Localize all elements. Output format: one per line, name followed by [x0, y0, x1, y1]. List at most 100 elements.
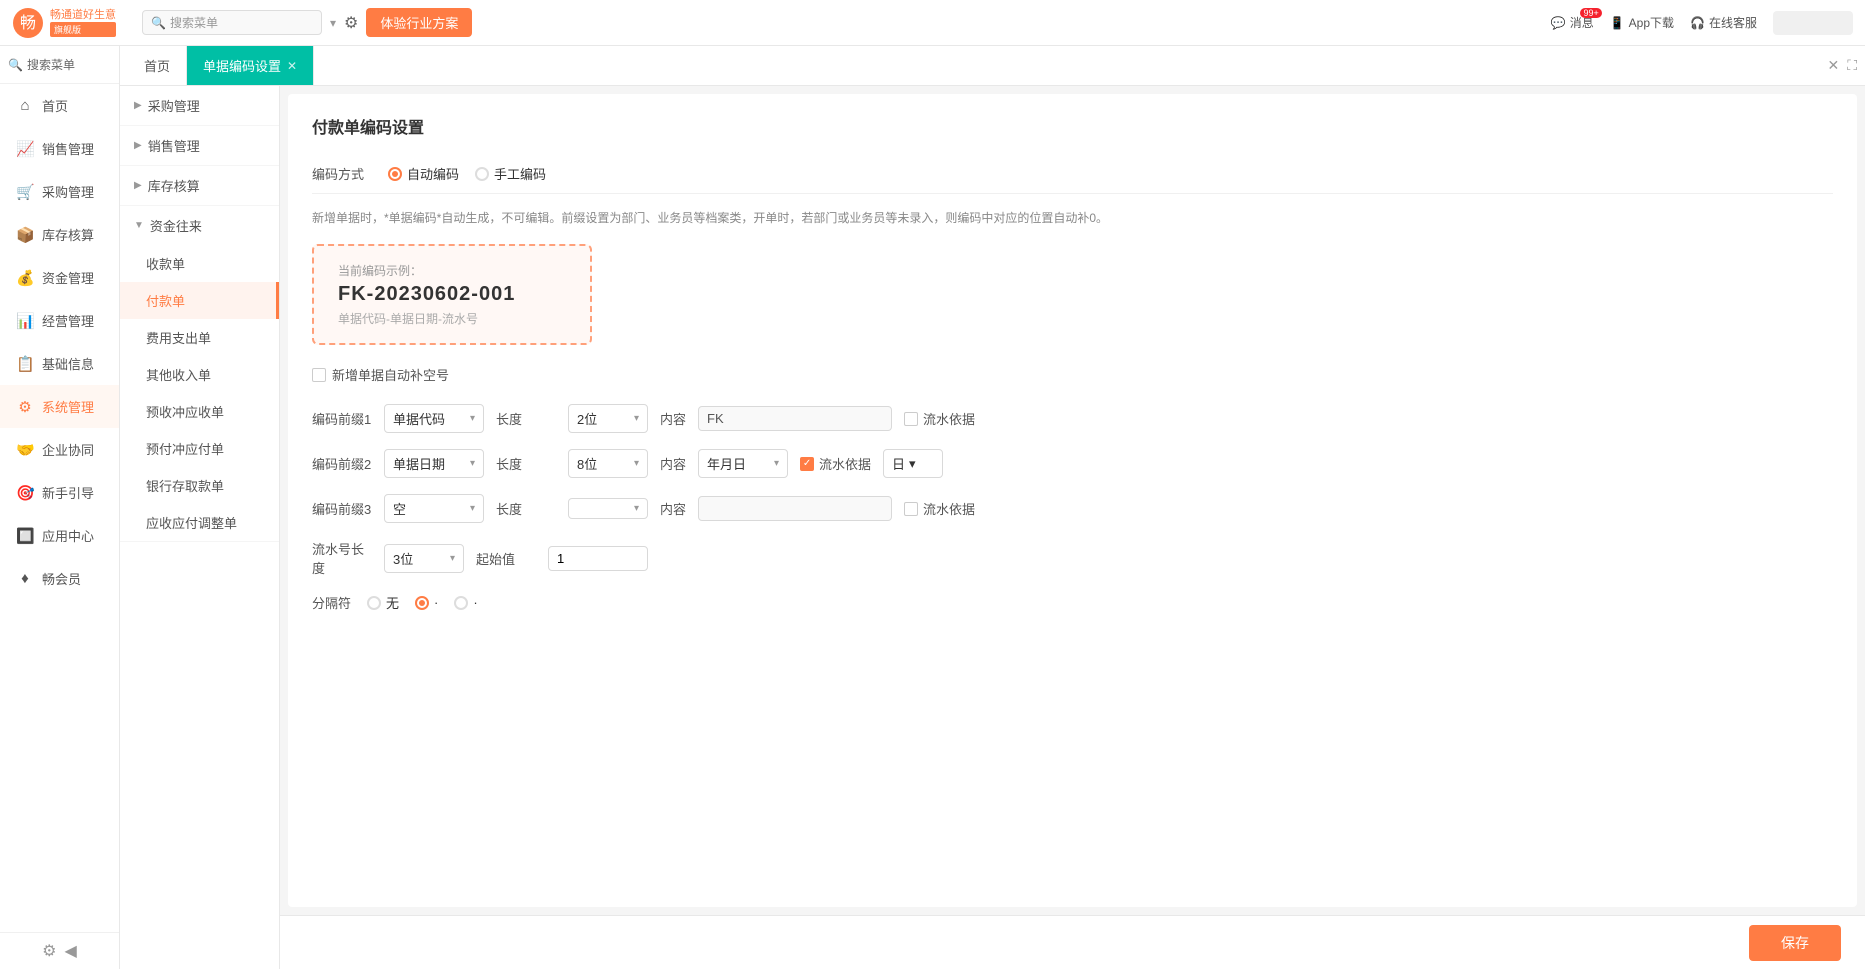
tab-close-icon[interactable]: ✕: [287, 59, 297, 73]
header-right: 💬 消息 99+ 📱 App下载 🎧 在线客服: [1551, 11, 1853, 35]
sub-nav-group-sales: ▶ 销售管理: [120, 126, 279, 166]
tab-current-label: 单据编码设置: [203, 56, 281, 75]
prefix3-arrow-icon: ▾: [470, 503, 475, 514]
sub-nav-item-other-income[interactable]: 其他收入单: [120, 356, 279, 393]
service-item[interactable]: 🎧 在线客服: [1690, 14, 1757, 31]
auto-fill-checkbox[interactable]: [312, 368, 326, 382]
sub-nav-item-ar-ap[interactable]: 应收应付调整单: [120, 504, 279, 541]
sidebar-search-icon: 🔍: [8, 58, 23, 72]
radio-auto-dot: [388, 167, 402, 181]
sidebar-item-home[interactable]: ⌂ 首页: [0, 84, 119, 127]
sidebar-item-enterprise[interactable]: 🤝 企业协同: [0, 428, 119, 471]
sub-nav-panel: ▶ 采购管理 ▶ 销售管理 ▶ 库存核算: [120, 86, 280, 969]
sidebar-item-apps[interactable]: 🔲 应用中心: [0, 514, 119, 557]
start-value-input[interactable]: [548, 546, 648, 571]
save-button[interactable]: 保存: [1749, 925, 1841, 961]
sep-dot-radio[interactable]: ·: [454, 595, 477, 610]
header-search-area[interactable]: 🔍 搜索菜单: [142, 10, 322, 35]
service-label: 在线客服: [1709, 14, 1757, 31]
content1-input[interactable]: [698, 406, 892, 431]
prefix3-select[interactable]: 空 ▾: [384, 494, 484, 523]
maximize-icon[interactable]: ⛶: [1847, 57, 1857, 74]
sidebar-search[interactable]: 🔍 搜索菜单: [0, 46, 119, 84]
tab-home[interactable]: 首页: [128, 46, 187, 85]
code-example-label: 当前编码示例：: [338, 262, 566, 279]
sub-nav-inventory-title[interactable]: ▶ 库存核算: [120, 166, 279, 205]
sub-nav-item-advance-receipt[interactable]: 预收冲应收单: [120, 393, 279, 430]
content3-input[interactable]: [698, 496, 892, 521]
length3-select[interactable]: ▾: [568, 498, 648, 519]
serial-length-arrow-icon: ▾: [450, 553, 455, 564]
sidebar-item-guide[interactable]: 🎯 新手引导: [0, 471, 119, 514]
sidebar-item-vip[interactable]: ♦ 畅会员: [0, 557, 119, 600]
sidebar-item-sales[interactable]: 📈 销售管理: [0, 127, 119, 170]
sidebar-item-finance[interactable]: 💰 资金管理: [0, 256, 119, 299]
arrow-right-icon: ▶: [134, 180, 142, 191]
sep-none-radio[interactable]: 无: [367, 593, 399, 612]
sep-dot-label: ·: [473, 595, 477, 610]
page-content: 付款单编码设置 编码方式 自动编码 手工编码: [288, 94, 1857, 907]
message-item[interactable]: 💬 消息 99+: [1551, 14, 1594, 31]
length2-label: 长度: [496, 454, 556, 473]
sidebar-item-purchase[interactable]: 🛒 采购管理: [0, 170, 119, 213]
sidebar-settings-icon[interactable]: ⚙: [42, 941, 56, 961]
radio-auto-encode[interactable]: 自动编码: [388, 164, 459, 183]
sep-dash-radio[interactable]: ·: [415, 595, 438, 610]
serial1-checkbox[interactable]: [904, 412, 918, 426]
experience-button[interactable]: 体验行业方案: [366, 8, 472, 37]
minimize-icon[interactable]: ✕: [1827, 57, 1839, 74]
content2-select[interactable]: 年月日 ▾: [698, 449, 788, 478]
config-row-3: 编码前缀3 空 ▾ 长度 ▾ 内容: [312, 494, 1833, 523]
prefix1-select[interactable]: 单据代码 ▾: [384, 404, 484, 433]
tab-window-controls: ✕ ⛶: [1827, 57, 1857, 74]
sidebar-item-label: 采购管理: [42, 182, 94, 201]
header-gear-icon[interactable]: ⚙: [344, 13, 358, 33]
page-title: 付款单编码设置: [312, 114, 1833, 138]
prefix2-select[interactable]: 单据日期 ▾: [384, 449, 484, 478]
service-icon: 🎧: [1690, 16, 1705, 30]
sub-nav-item-expense[interactable]: 费用支出单: [120, 319, 279, 356]
length1-select[interactable]: 2位 ▾: [568, 404, 648, 433]
sub-nav-capital-title[interactable]: ▼ 资金往来: [120, 206, 279, 245]
sidebar-collapse-icon[interactable]: ◀: [65, 941, 77, 961]
sidebar-item-label: 应用中心: [42, 526, 94, 545]
tab-current[interactable]: 单据编码设置 ✕: [187, 46, 314, 85]
sidebar-item-system[interactable]: ⚙ 系统管理: [0, 385, 119, 428]
sub-nav-purchase-title[interactable]: ▶ 采购管理: [120, 86, 279, 125]
sep-none-dot: [367, 596, 381, 610]
app-icon: 📱: [1610, 16, 1625, 30]
sub-nav-item-payment[interactable]: 付款单: [120, 282, 279, 319]
radio-manual-encode[interactable]: 手工编码: [475, 164, 546, 183]
sub-nav-item-receipt[interactable]: 收款单: [120, 245, 279, 282]
header-chevron-icon[interactable]: ▾: [330, 16, 336, 30]
sub-nav-item-bank[interactable]: 银行存取款单: [120, 467, 279, 504]
content2-label: 内容: [660, 454, 686, 473]
message-icon: 💬: [1551, 16, 1566, 30]
sub-nav-sales-title[interactable]: ▶ 销售管理: [120, 126, 279, 165]
sidebar-item-inventory[interactable]: 📦 库存核算: [0, 213, 119, 256]
sub-nav-item-advance-payment[interactable]: 预付冲应付单: [120, 430, 279, 467]
serial-length-select[interactable]: 3位 ▾: [384, 544, 464, 573]
sidebar-item-basics[interactable]: 📋 基础信息: [0, 342, 119, 385]
arrow-down-icon: ▼: [134, 220, 144, 231]
basics-icon: 📋: [16, 355, 34, 373]
serial2-checkbox[interactable]: ✓: [800, 457, 814, 471]
main-layout: 🔍 搜索菜单 ⌂ 首页 📈 销售管理 🛒 采购管理 📦 库存核算 💰: [0, 46, 1865, 969]
sidebar-item-operations[interactable]: 📊 经营管理: [0, 299, 119, 342]
sidebar: 🔍 搜索菜单 ⌂ 首页 📈 销售管理 🛒 采购管理 📦 库存核算 💰: [0, 46, 120, 969]
serial-row: 流水号长度 3位 ▾ 起始值: [312, 539, 1833, 577]
length2-select[interactable]: 8位 ▾: [568, 449, 648, 478]
serial3-checkbox[interactable]: [904, 502, 918, 516]
app-download-item[interactable]: 📱 App下载: [1610, 14, 1674, 31]
operations-icon: 📊: [16, 312, 34, 330]
svg-text:畅: 畅: [20, 14, 36, 32]
avatar[interactable]: [1773, 11, 1853, 35]
sidebar-item-label: 首页: [42, 96, 68, 115]
sub-nav-purchase-label: 采购管理: [148, 96, 200, 115]
sidebar-item-label: 资金管理: [42, 268, 94, 287]
content3-label: 内容: [660, 499, 686, 518]
inventory-icon: 📦: [16, 226, 34, 244]
sidebar-item-label: 经营管理: [42, 311, 94, 330]
period2-select[interactable]: 日 ▾: [883, 449, 943, 478]
serial2-label: 流水依据: [819, 454, 871, 473]
